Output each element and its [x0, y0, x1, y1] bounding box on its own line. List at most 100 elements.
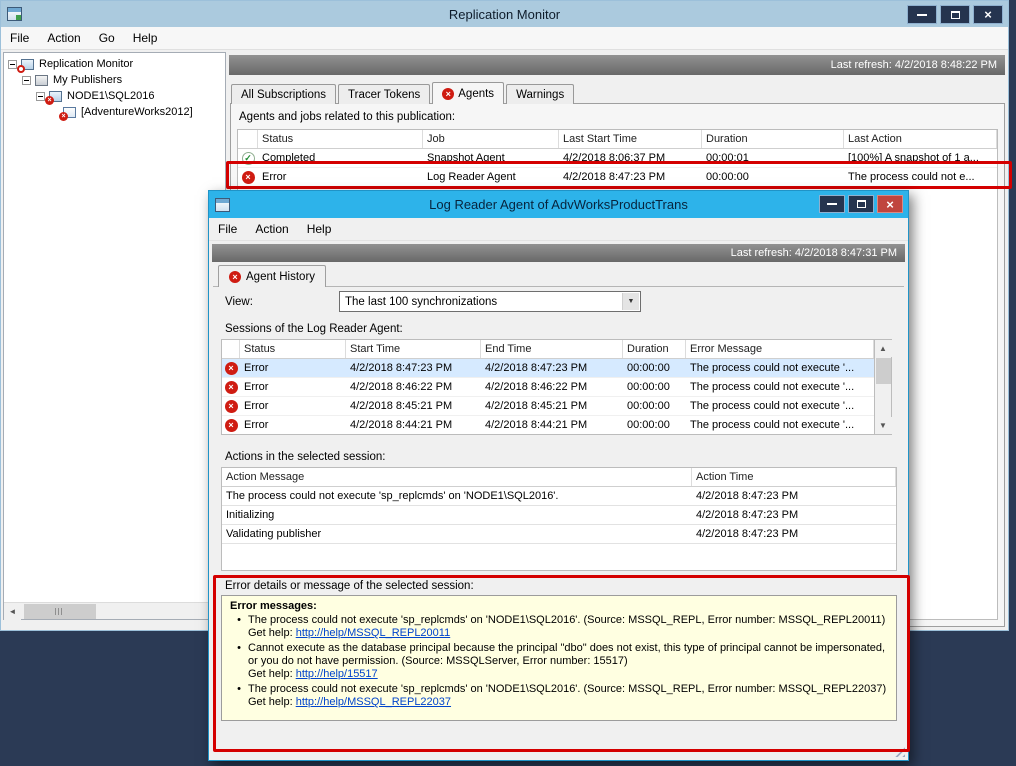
menu-action[interactable]: Action: [38, 28, 89, 48]
minimize-icon: [917, 14, 927, 16]
publication-error-icon: ×: [62, 106, 77, 119]
column-header-duration[interactable]: Duration: [623, 340, 686, 358]
close-button[interactable]: ×: [973, 5, 1003, 24]
maximize-icon: [951, 11, 960, 19]
publisher-tree: Replication Monitor My Publishers × NODE…: [4, 53, 225, 120]
help-link[interactable]: http://help/MSSQL_REPL22037: [296, 696, 451, 708]
menu-file[interactable]: File: [1, 28, 38, 48]
action-row[interactable]: Initializing 4/2/2018 8:47:23 PM: [222, 506, 896, 525]
minimize-button[interactable]: [819, 195, 845, 213]
tab-tracer-tokens[interactable]: Tracer Tokens: [338, 84, 430, 104]
tree-item-replication-monitor[interactable]: Replication Monitor: [4, 56, 225, 72]
dialog-app-icon: [215, 198, 230, 212]
column-header-last-action[interactable]: Last Action: [844, 130, 997, 148]
menu-go[interactable]: Go: [90, 28, 124, 48]
tree-item-adventureworks2012[interactable]: × [AdventureWorks2012]: [4, 104, 225, 120]
menu-file[interactable]: File: [209, 219, 246, 239]
tree-item-node1-sql2016[interactable]: × NODE1\SQL2016: [4, 88, 225, 104]
action-row[interactable]: The process could not execute 'sp_replcm…: [222, 487, 896, 506]
replication-monitor-icon: [20, 58, 35, 71]
column-header-end-time[interactable]: End Time: [481, 340, 623, 358]
get-help-label: Get help:: [248, 627, 296, 639]
scrollbar-thumb[interactable]: [876, 358, 891, 384]
tree-collapse-icon[interactable]: [22, 76, 31, 85]
tree-collapse-icon[interactable]: [36, 92, 45, 101]
error-icon: ×: [229, 271, 241, 283]
dialog-titlebar[interactable]: Log Reader Agent of AdvWorksProductTrans…: [209, 191, 908, 218]
error-message-item: • The process could not execute 'sp_repl…: [230, 614, 888, 640]
main-menubar: File Action Go Help: [1, 27, 1008, 50]
error-icon: ×: [225, 400, 238, 413]
menu-action[interactable]: Action: [246, 219, 297, 239]
maximize-icon: [857, 200, 866, 208]
menu-help[interactable]: Help: [124, 28, 167, 48]
tree-collapse-icon[interactable]: [8, 60, 17, 69]
column-header-error-message[interactable]: Error Message: [686, 340, 874, 358]
help-link[interactable]: http://help/15517: [296, 668, 378, 680]
tab-agents[interactable]: × Agents: [432, 82, 504, 104]
minimize-button[interactable]: [907, 5, 937, 24]
view-label: View:: [225, 296, 253, 308]
scroll-left-icon[interactable]: ◄: [4, 603, 21, 620]
main-titlebar[interactable]: Replication Monitor ×: [1, 1, 1008, 27]
close-icon: ×: [886, 198, 894, 211]
minimize-icon: [827, 203, 837, 205]
agent-row-snapshot[interactable]: ✓ Completed Snapshot Agent 4/2/2018 8:06…: [238, 149, 997, 168]
resize-grip[interactable]: [892, 744, 905, 757]
error-text: Cannot execute as the database principal…: [248, 642, 888, 668]
column-header-action-message[interactable]: Action Message: [222, 468, 692, 486]
column-header-status[interactable]: Status: [240, 340, 346, 358]
view-dropdown[interactable]: The last 100 synchronizations ▼: [339, 291, 641, 312]
error-message-item: • The process could not execute 'sp_repl…: [230, 683, 888, 709]
close-button[interactable]: ×: [877, 195, 903, 213]
sessions-label: Sessions of the Log Reader Agent:: [225, 323, 403, 335]
scroll-down-icon[interactable]: ▼: [875, 417, 892, 434]
session-row[interactable]: × Error 4/2/2018 8:44:21 PM 4/2/2018 8:4…: [222, 416, 874, 435]
error-icon: ×: [242, 171, 255, 184]
action-row[interactable]: Validating publisher 4/2/2018 8:47:23 PM: [222, 525, 896, 544]
column-header-status[interactable]: Status: [258, 130, 423, 148]
tree-label: Replication Monitor: [39, 58, 137, 70]
column-header-last-start-time[interactable]: Last Start Time: [559, 130, 702, 148]
error-icon: ×: [225, 419, 238, 432]
section-label: Agents and jobs related to this publicat…: [239, 111, 455, 123]
column-header-start-time[interactable]: Start Time: [346, 340, 481, 358]
log-reader-agent-dialog: Log Reader Agent of AdvWorksProductTrans…: [208, 190, 909, 761]
bullet-icon: •: [230, 614, 248, 640]
completed-icon: ✓: [242, 152, 255, 165]
replication-monitor-app-icon: [7, 7, 22, 21]
sessions-table: Status Start Time End Time Duration Erro…: [221, 339, 875, 435]
tree-label: NODE1\SQL2016: [67, 90, 158, 102]
tab-agent-history[interactable]: × Agent History: [218, 265, 326, 287]
maximize-button[interactable]: [940, 5, 970, 24]
column-header-icon[interactable]: [238, 130, 258, 148]
tree-horizontal-scrollbar[interactable]: ◄ ►: [4, 602, 225, 619]
session-row[interactable]: × Error 4/2/2018 8:46:22 PM 4/2/2018 8:4…: [222, 378, 874, 397]
server-error-icon: ×: [48, 90, 63, 103]
scroll-up-icon[interactable]: ▲: [875, 340, 892, 357]
scrollbar-thumb[interactable]: [24, 604, 96, 619]
column-header-icon[interactable]: [222, 340, 240, 358]
agent-row-log-reader[interactable]: × Error Log Reader Agent 4/2/2018 8:47:2…: [238, 168, 997, 187]
window-title: Replication Monitor: [1, 7, 1008, 22]
actions-table: Action Message Action Time The process c…: [221, 467, 897, 571]
get-help-label: Get help:: [248, 696, 296, 708]
tab-all-subscriptions[interactable]: All Subscriptions: [231, 84, 336, 104]
help-link[interactable]: http://help/MSSQL_REPL20011: [296, 627, 451, 639]
chevron-down-icon[interactable]: ▼: [622, 293, 639, 310]
actions-table-header: Action Message Action Time: [222, 468, 896, 487]
tree-item-my-publishers[interactable]: My Publishers: [4, 72, 225, 88]
tree-label: My Publishers: [53, 74, 126, 86]
session-row[interactable]: × Error 4/2/2018 8:45:21 PM 4/2/2018 8:4…: [222, 397, 874, 416]
last-refresh-bar: Last refresh: 4/2/2018 8:48:22 PM: [229, 55, 1005, 75]
menu-help[interactable]: Help: [298, 219, 341, 239]
maximize-button[interactable]: [848, 195, 874, 213]
column-header-action-time[interactable]: Action Time: [692, 468, 896, 486]
tab-warnings[interactable]: Warnings: [506, 84, 574, 104]
column-header-job[interactable]: Job: [423, 130, 559, 148]
last-refresh-text: Last refresh: 4/2/2018 8:47:31 PM: [731, 247, 897, 259]
column-header-duration[interactable]: Duration: [702, 130, 844, 148]
sessions-vertical-scrollbar[interactable]: ▲ ▼: [875, 339, 892, 435]
error-details-label: Error details or message of the selected…: [225, 580, 474, 592]
session-row[interactable]: × Error 4/2/2018 8:47:23 PM 4/2/2018 8:4…: [222, 359, 874, 378]
